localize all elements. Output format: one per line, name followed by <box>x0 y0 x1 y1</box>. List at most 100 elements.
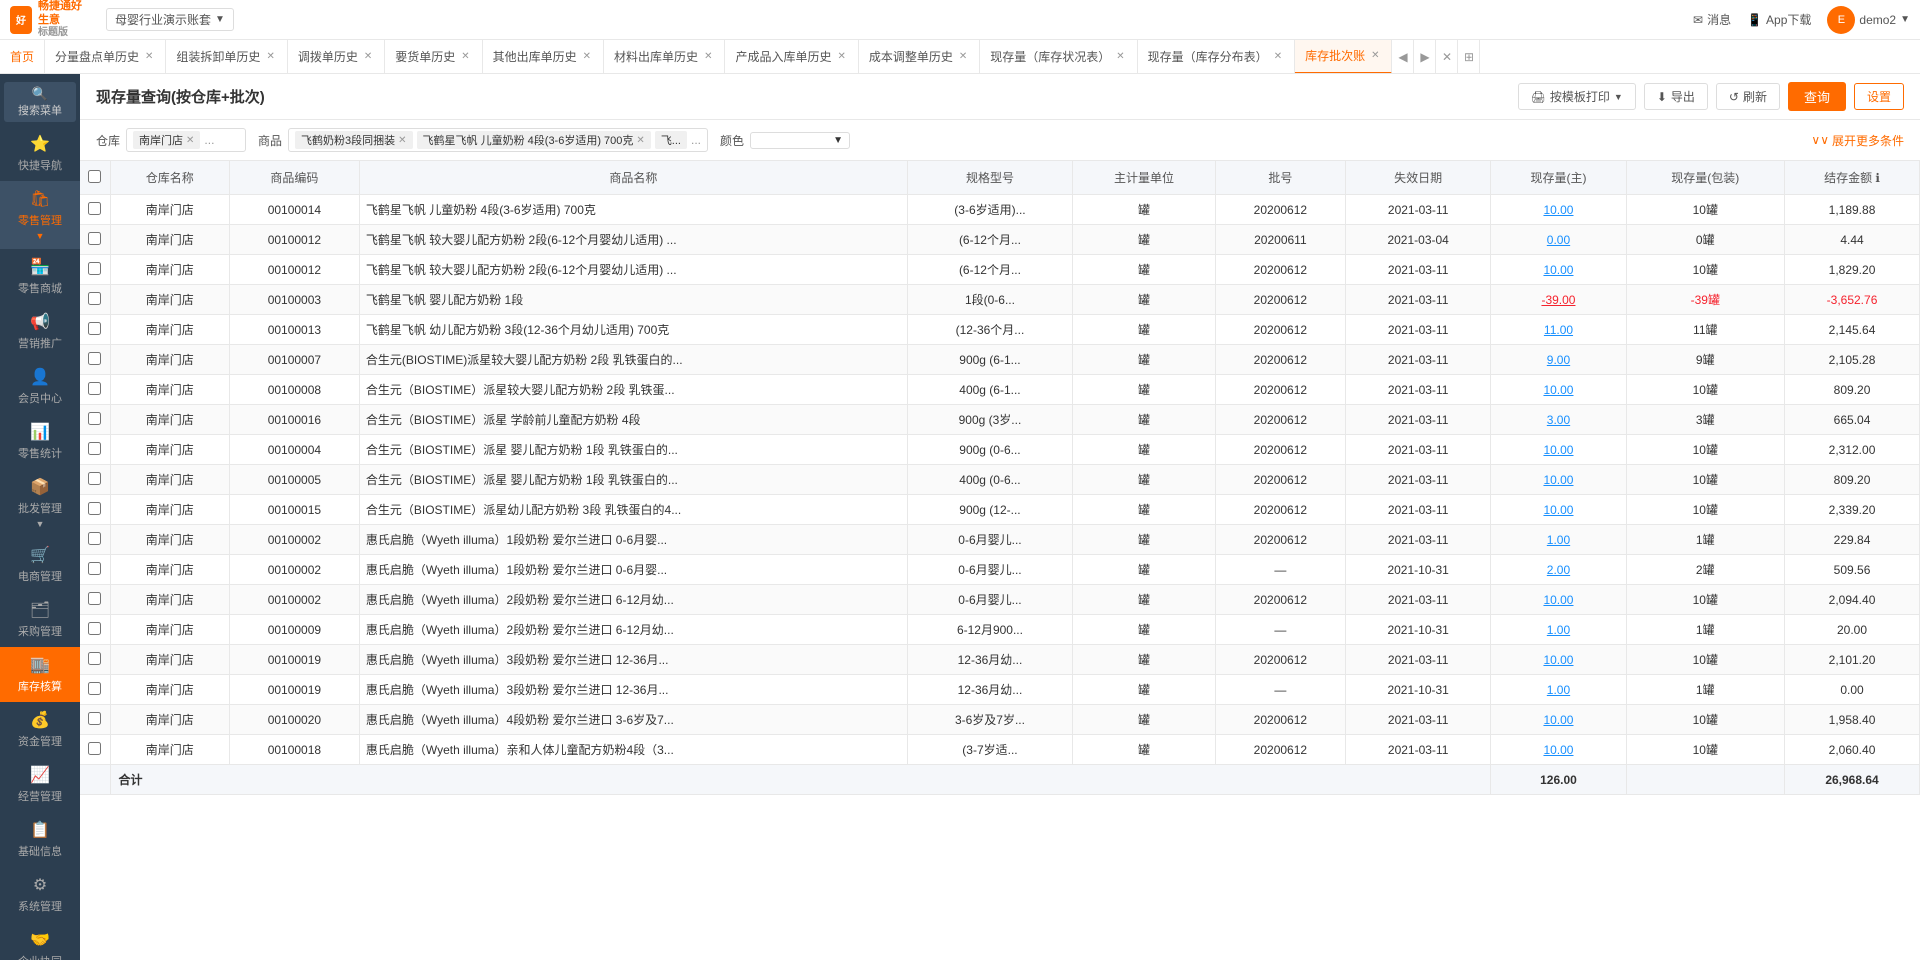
sidebar-item-ecommerce[interactable]: 🛒 电商管理 <box>0 537 80 592</box>
tab-inventory-status[interactable]: 现存量（库存状况表）✕ <box>980 40 1137 74</box>
app-download-btn[interactable]: 📱 App下载 <box>1747 11 1811 28</box>
row-checkbox[interactable] <box>88 682 101 695</box>
td-qty-main[interactable]: 10.00 <box>1491 495 1626 525</box>
tab-expand[interactable]: ⊞ <box>1458 40 1480 74</box>
row-checkbox[interactable] <box>88 292 101 305</box>
search-menu-btn[interactable]: 🔍 搜索菜单 <box>4 82 76 122</box>
row-checkbox[interactable] <box>88 472 101 485</box>
td-qty-main[interactable]: 0.00 <box>1491 225 1626 255</box>
sidebar-item-finance[interactable]: 💰 资金管理 <box>0 702 80 757</box>
select-all-checkbox[interactable] <box>88 170 101 183</box>
tab-close-icon[interactable]: ✕ <box>581 50 593 63</box>
tab-material-history[interactable]: 材料出库单历史 ✕ <box>604 40 725 74</box>
sidebar-item-marketing[interactable]: 📢 营销推广 <box>0 304 80 359</box>
tab-close-icon[interactable]: ✕ <box>362 50 374 63</box>
row-checkbox[interactable] <box>88 352 101 365</box>
color-filter-tags[interactable]: ▼ <box>750 132 850 149</box>
td-check[interactable] <box>80 555 110 585</box>
td-qty-main[interactable]: 1.00 <box>1491 675 1626 705</box>
tag-close-icon[interactable]: ✕ <box>186 135 194 146</box>
row-checkbox[interactable] <box>88 442 101 455</box>
td-qty-main[interactable]: 11.00 <box>1491 315 1626 345</box>
td-check[interactable] <box>80 315 110 345</box>
tab-order-history[interactable]: 要货单历史 ✕ <box>385 40 482 74</box>
td-qty-main[interactable]: 10.00 <box>1491 375 1626 405</box>
td-check[interactable] <box>80 585 110 615</box>
row-checkbox[interactable] <box>88 232 101 245</box>
expand-filter-btn[interactable]: ∨∨ 展开更多条件 <box>1811 132 1904 149</box>
row-checkbox[interactable] <box>88 412 101 425</box>
message-btn[interactable]: ✉ 消息 <box>1693 11 1731 28</box>
tab-close-icon[interactable]: ✕ <box>835 50 847 63</box>
td-check[interactable] <box>80 615 110 645</box>
td-qty-main[interactable]: 1.00 <box>1491 525 1626 555</box>
warehouse-filter-tags[interactable]: 南岸门店 ✕ ... <box>126 128 246 152</box>
product-tag-close-1[interactable]: ✕ <box>398 135 406 146</box>
tab-close-icon[interactable]: ✕ <box>1369 49 1381 62</box>
td-qty-main[interactable]: 10.00 <box>1491 735 1626 765</box>
td-check[interactable] <box>80 465 110 495</box>
tab-close-icon[interactable]: ✕ <box>1272 50 1284 63</box>
sidebar-item-collab[interactable]: 🤝 企业协同 <box>0 922 80 960</box>
product-filter-tags[interactable]: 飞鹤奶粉3段同捆装 ✕ 飞鹤星飞帆 儿童奶粉 4段(3-6岁适用) 700克 ✕… <box>288 128 708 152</box>
td-check[interactable] <box>80 705 110 735</box>
td-qty-main[interactable]: 10.00 <box>1491 255 1626 285</box>
td-check[interactable] <box>80 225 110 255</box>
tab-assemble-history[interactable]: 组装拆卸单历史 ✕ <box>166 40 287 74</box>
query-btn[interactable]: 查询 <box>1788 82 1846 111</box>
td-check[interactable] <box>80 735 110 765</box>
row-checkbox[interactable] <box>88 592 101 605</box>
tab-close-icon[interactable]: ✕ <box>264 50 276 63</box>
sidebar-item-basic-info[interactable]: 📋 基础信息 <box>0 812 80 867</box>
td-check[interactable] <box>80 255 110 285</box>
td-check[interactable] <box>80 645 110 675</box>
refresh-btn[interactable]: ↺ 刷新 <box>1716 83 1780 110</box>
tab-nav-prev[interactable]: ◀ <box>1392 40 1414 74</box>
tab-close-icon[interactable]: ✕ <box>702 50 714 63</box>
row-checkbox[interactable] <box>88 202 101 215</box>
td-check[interactable] <box>80 435 110 465</box>
tab-inventory-history[interactable]: 分量盘点单历史 ✕ <box>45 40 166 74</box>
row-checkbox[interactable] <box>88 322 101 335</box>
tab-nav-next[interactable]: ▶ <box>1414 40 1436 74</box>
td-qty-main[interactable]: 10.00 <box>1491 435 1626 465</box>
td-check[interactable] <box>80 345 110 375</box>
tab-product-in-history[interactable]: 产成品入库单历史 ✕ <box>725 40 858 74</box>
row-checkbox[interactable] <box>88 652 101 665</box>
row-checkbox[interactable] <box>88 712 101 725</box>
settings-btn[interactable]: 设置 <box>1854 83 1904 110</box>
tab-transfer-history[interactable]: 调拨单历史 ✕ <box>288 40 385 74</box>
export-btn[interactable]: ⬇ 导出 <box>1644 83 1708 110</box>
td-qty-main[interactable]: 1.00 <box>1491 615 1626 645</box>
td-check[interactable] <box>80 285 110 315</box>
td-qty-main[interactable]: 2.00 <box>1491 555 1626 585</box>
row-checkbox[interactable] <box>88 532 101 545</box>
sidebar-item-retail-stats[interactable]: 📊 零售统计 <box>0 414 80 469</box>
sidebar-item-inventory[interactable]: 🏬 库存核算 <box>0 647 80 702</box>
tab-batch-account[interactable]: 库存批次账 ✕ <box>1295 40 1392 74</box>
row-checkbox[interactable] <box>88 262 101 275</box>
td-qty-main[interactable]: 9.00 <box>1491 345 1626 375</box>
tab-close-icon[interactable]: ✕ <box>459 50 471 63</box>
tab-cost-adjust-history[interactable]: 成本调整单历史 ✕ <box>859 40 980 74</box>
td-qty-main[interactable]: 10.00 <box>1491 465 1626 495</box>
user-avatar[interactable]: E demo2 ▼ <box>1827 6 1910 34</box>
td-qty-main[interactable]: 3.00 <box>1491 405 1626 435</box>
sidebar-item-wholesale[interactable]: 📦 批发管理 ▼ <box>0 469 80 537</box>
td-qty-main[interactable]: 10.00 <box>1491 585 1626 615</box>
row-checkbox[interactable] <box>88 382 101 395</box>
product-more-dots[interactable]: ... <box>691 133 701 147</box>
sidebar-item-member[interactable]: 👤 会员中心 <box>0 359 80 414</box>
tab-inventory-dist[interactable]: 现存量（库存分布表）✕ <box>1138 40 1295 74</box>
tab-close-icon[interactable]: ✕ <box>1114 50 1126 63</box>
td-check[interactable] <box>80 525 110 555</box>
sidebar-item-operations[interactable]: 📈 经营管理 <box>0 757 80 812</box>
tab-home[interactable]: 首页 <box>0 40 45 74</box>
tab-close-icon[interactable]: ✕ <box>957 50 969 63</box>
th-check[interactable] <box>80 161 110 195</box>
account-dropdown[interactable]: 母婴行业演示账套 ▼ <box>106 8 234 31</box>
sidebar-item-purchase[interactable]: 🗂 采购管理 <box>0 592 80 647</box>
print-btn[interactable]: 🖨 按模板打印 ▼ <box>1518 83 1636 110</box>
td-qty-main[interactable]: 10.00 <box>1491 645 1626 675</box>
row-checkbox[interactable] <box>88 622 101 635</box>
